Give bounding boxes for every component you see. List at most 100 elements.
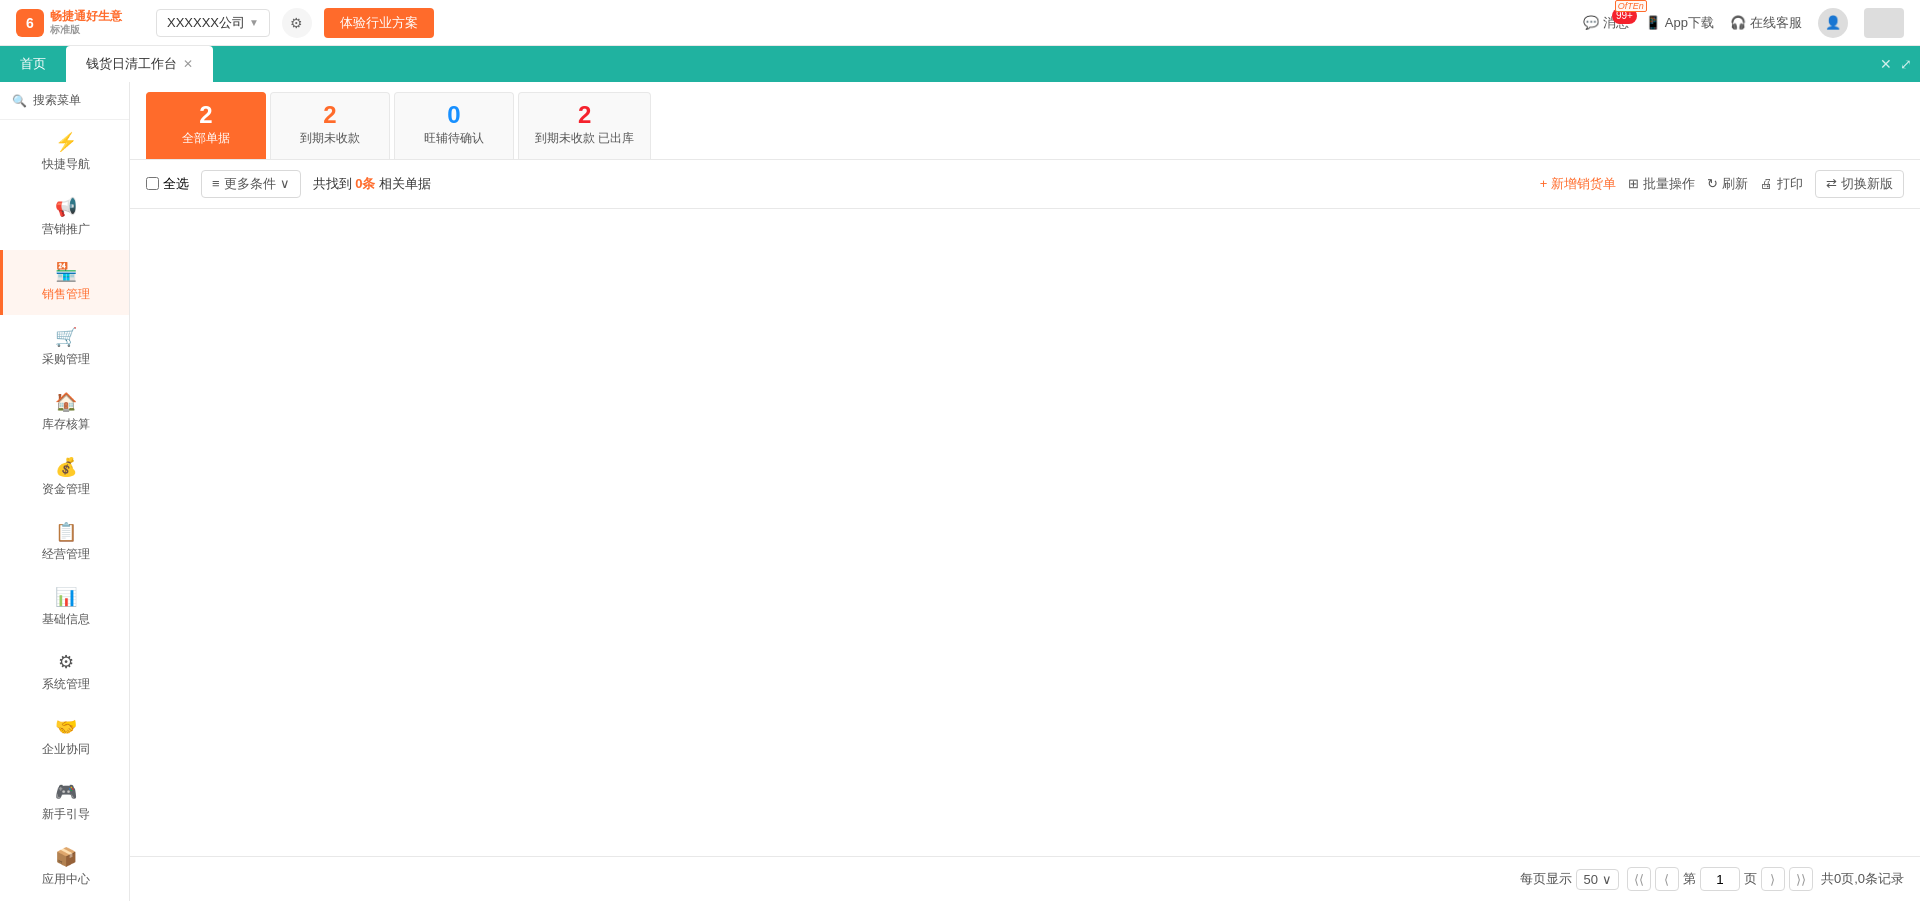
stat-tab-overdue[interactable]: 2 到期未收款: [270, 92, 390, 159]
tab-bar: 首页 钱货日清工作台 ✕ ✕ ⤢: [0, 46, 1920, 82]
batch-icon: ⊞: [1628, 176, 1639, 191]
sidebar-label-inventory: 库存核算: [42, 416, 90, 433]
page-number-input[interactable]: [1700, 867, 1740, 891]
sidebar-label-sales: 销售管理: [42, 286, 90, 303]
tab-minimize-button[interactable]: ✕: [1880, 56, 1892, 72]
page-size-selector: 每页显示 50 ∨: [1520, 869, 1618, 890]
avatar-icon: 👤: [1825, 15, 1841, 30]
logo-icon: 6: [16, 9, 44, 37]
main-layout: 🔍 搜索菜单 ⚡ 快捷导航 📢 营销推广 🏪 销售管理 🛒 采购管理 🏠 库存核…: [0, 82, 1920, 901]
sidebar-item-basic-info[interactable]: 📊 基础信息: [0, 575, 129, 640]
trial-button[interactable]: 体验行业方案: [324, 8, 434, 38]
sales-icon: 🏪: [56, 262, 76, 282]
search-menu[interactable]: 🔍 搜索菜单: [0, 82, 129, 120]
last-page-button[interactable]: ⟩⟩: [1789, 867, 1813, 891]
toolbar-right: + 新增销货单 ⊞ 批量操作 ↻ 刷新 🖨 打印 ⇄ 切换新版: [1540, 170, 1904, 198]
quick-nav-icon: ⚡: [56, 132, 76, 152]
sidebar-item-marketing[interactable]: 📢 营销推广: [0, 185, 129, 250]
gear-icon: ⚙: [290, 15, 303, 31]
app-download-button[interactable]: 📱 App下载: [1645, 14, 1714, 32]
user-name-area[interactable]: [1864, 8, 1904, 38]
refresh-button[interactable]: ↻ 刷新: [1707, 175, 1748, 193]
settings-button[interactable]: ⚙: [282, 8, 312, 38]
sidebar-item-inventory[interactable]: 🏠 库存核算: [0, 380, 129, 445]
search-menu-label: 搜索菜单: [33, 92, 81, 109]
page-suffix: 页: [1744, 870, 1757, 888]
online-service-button[interactable]: 🎧 在线客服: [1730, 14, 1802, 32]
next-page-button[interactable]: ⟩: [1761, 867, 1785, 891]
sidebar-item-purchase[interactable]: 🛒 采购管理: [0, 315, 129, 380]
sidebar-item-quick-nav[interactable]: ⚡ 快捷导航: [0, 120, 129, 185]
search-icon: 🔍: [12, 94, 27, 108]
online-service-label: 在线客服: [1750, 14, 1802, 32]
tab-close-icon[interactable]: ✕: [183, 57, 193, 71]
logo-area: 6 畅捷通好生意 标准版: [16, 9, 146, 37]
page-label: 第: [1683, 870, 1696, 888]
tab-bar-actions: ✕ ⤢: [1880, 56, 1920, 72]
tab-workbench-label: 钱货日清工作台: [86, 55, 177, 73]
sidebar-label-app-center: 应用中心: [42, 871, 90, 888]
select-all-label: 全选: [163, 175, 189, 193]
stat-label-wangpu: 旺辅待确认: [411, 130, 497, 147]
found-prefix: 共找到: [313, 176, 352, 191]
print-icon: 🖨: [1760, 176, 1773, 191]
page-size-value: 50: [1583, 872, 1597, 887]
guide-icon: 🎮: [56, 782, 76, 802]
header-right: 💬 消息 99+ OfTEn 📱 App下载 🎧 在线客服 👤: [1583, 8, 1904, 38]
service-icon: 🎧: [1730, 15, 1746, 30]
filter-label: 更多条件: [224, 175, 276, 193]
sidebar: 🔍 搜索菜单 ⚡ 快捷导航 📢 营销推广 🏪 销售管理 🛒 采购管理 🏠 库存核…: [0, 82, 130, 901]
tab-home-label: 首页: [20, 55, 46, 73]
tab-workbench[interactable]: 钱货日清工作台 ✕: [66, 46, 213, 82]
batch-operation-button[interactable]: ⊞ 批量操作: [1628, 175, 1695, 193]
message-button[interactable]: 💬 消息 99+ OfTEn: [1583, 14, 1629, 32]
basic-info-icon: 📊: [56, 587, 76, 607]
often-label: OfTEn: [1615, 0, 1647, 12]
add-sales-order-button[interactable]: + 新增销货单: [1540, 175, 1616, 193]
header-center: ⚙ 体验行业方案: [282, 8, 1583, 38]
refresh-icon: ↻: [1707, 176, 1718, 191]
sidebar-label-basic-info: 基础信息: [42, 611, 90, 628]
sidebar-label-marketing: 营销推广: [42, 221, 90, 238]
empty-content: [130, 209, 1920, 609]
sidebar-label-quick-nav: 快捷导航: [42, 156, 90, 173]
stat-tab-all[interactable]: 2 全部单据: [146, 92, 266, 159]
sidebar-label-guide: 新手引导: [42, 806, 90, 823]
page-size-select-box[interactable]: 50 ∨: [1576, 869, 1618, 890]
company-dropdown-icon: ▼: [249, 17, 259, 28]
sidebar-item-enterprise[interactable]: 🤝 企业协同: [0, 705, 129, 770]
marketing-icon: 📢: [56, 197, 76, 217]
select-all-checkbox[interactable]: 全选: [146, 175, 189, 193]
stat-num-all: 2: [163, 101, 249, 130]
operations-icon: 📋: [56, 522, 76, 542]
stat-tab-wangpu[interactable]: 0 旺辅待确认: [394, 92, 514, 159]
switch-version-button[interactable]: ⇄ 切换新版: [1815, 170, 1904, 198]
stat-tab-overdue-shipped[interactable]: 2 到期未收款 已出库: [518, 92, 651, 159]
stat-num-overdue-shipped: 2: [535, 101, 634, 130]
first-page-button[interactable]: ⟨⟨: [1627, 867, 1651, 891]
sidebar-label-system: 系统管理: [42, 676, 90, 693]
filter-button[interactable]: ≡ 更多条件 ∨: [201, 170, 301, 198]
sidebar-item-system[interactable]: ⚙ 系统管理: [0, 640, 129, 705]
stat-label-overdue-shipped: 到期未收款 已出库: [535, 130, 634, 147]
tab-maximize-button[interactable]: ⤢: [1900, 56, 1912, 72]
sidebar-item-guide[interactable]: 🎮 新手引导: [0, 770, 129, 835]
sidebar-label-enterprise: 企业协同: [42, 741, 90, 758]
sidebar-item-operations[interactable]: 📋 经营管理: [0, 510, 129, 575]
switch-icon: ⇄: [1826, 176, 1837, 191]
sidebar-item-finance[interactable]: 💰 资金管理: [0, 445, 129, 510]
avatar[interactable]: 👤: [1818, 8, 1848, 38]
company-selector[interactable]: XXXXXX公司 ▼: [156, 9, 270, 37]
found-text: 共找到 0条 相关单据: [313, 175, 431, 193]
filter-dropdown-icon: ∨: [280, 176, 290, 191]
pagination-bar: 每页显示 50 ∨ ⟨⟨ ⟨ 第 页 ⟩ ⟩⟩ 共0页,0条记录: [130, 856, 1920, 901]
sidebar-item-app-center[interactable]: 📦 应用中心: [0, 835, 129, 900]
total-label: 共0页,0条记录: [1821, 870, 1904, 888]
page-size-arrow: ∨: [1602, 872, 1612, 887]
tab-home[interactable]: 首页: [0, 46, 66, 82]
print-button[interactable]: 🖨 打印: [1760, 175, 1803, 193]
logo-label: 畅捷通好生意: [50, 9, 122, 23]
prev-page-button[interactable]: ⟨: [1655, 867, 1679, 891]
sidebar-item-sales[interactable]: 🏪 销售管理: [0, 250, 129, 315]
select-all-input[interactable]: [146, 177, 159, 190]
